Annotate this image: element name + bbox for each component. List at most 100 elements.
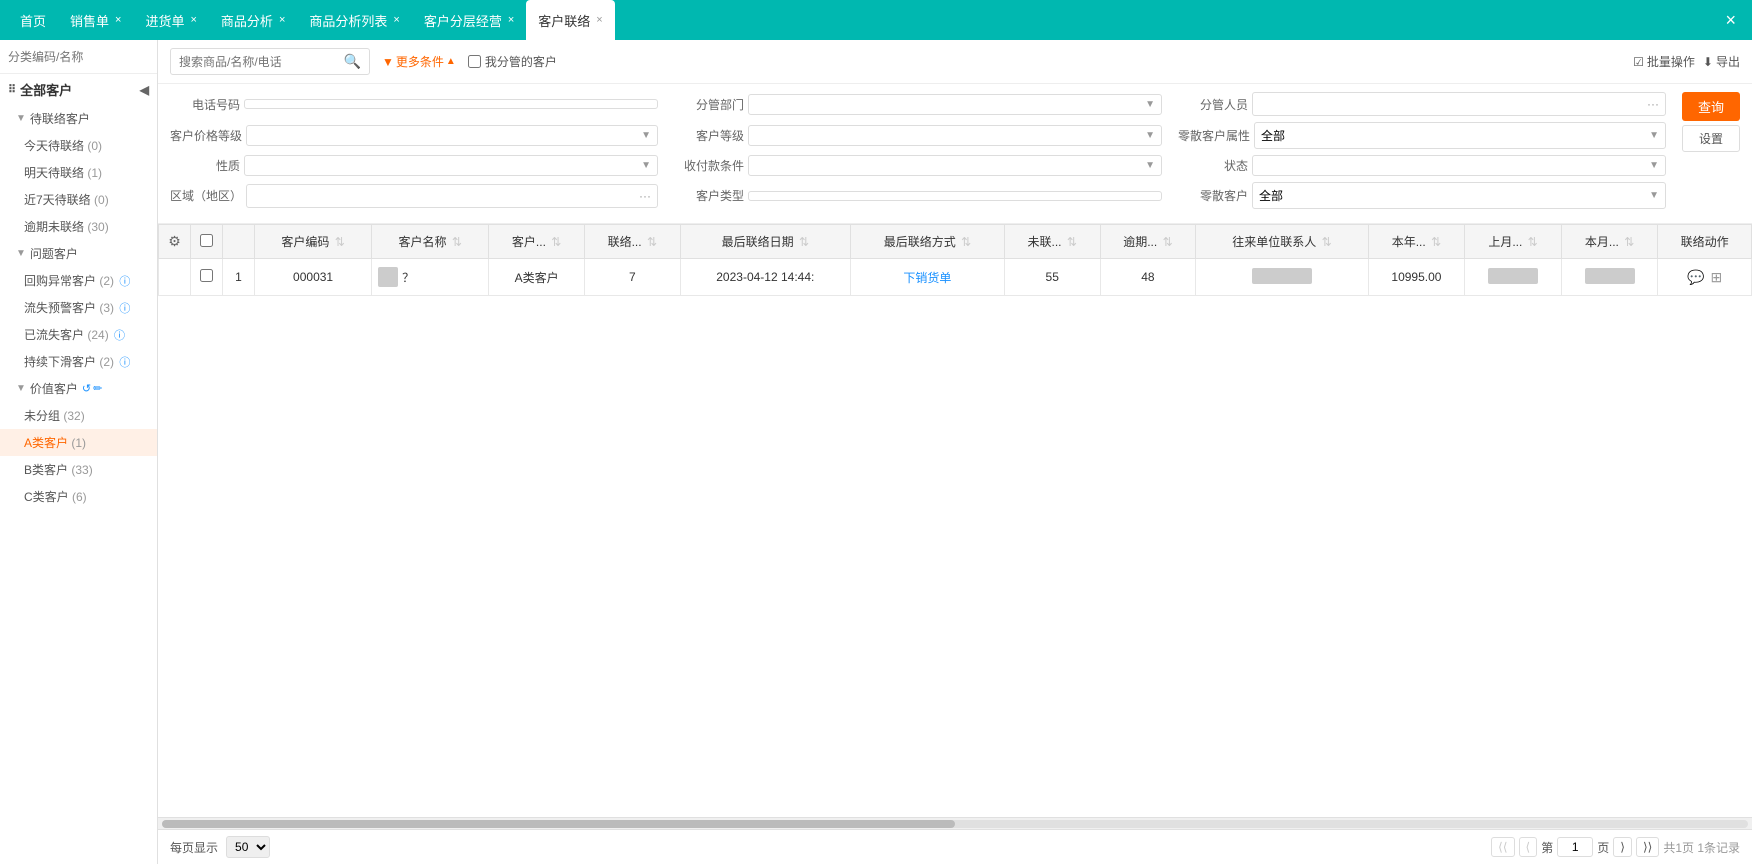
row-action: 💬 ⊞ bbox=[1658, 259, 1752, 296]
close-purchase-icon[interactable]: × bbox=[190, 14, 196, 26]
unit-contact-placeholder bbox=[1252, 268, 1312, 284]
col-this-year: 本年... ⇅ bbox=[1368, 225, 1465, 259]
row-last-contact-date: 2023-04-12 14:44: bbox=[680, 259, 850, 296]
sidebar-item-class-a[interactable]: A类客户 (1) bbox=[0, 429, 157, 456]
row-gear bbox=[159, 259, 191, 296]
nature-select[interactable]: ▼ bbox=[244, 155, 658, 176]
close-all-button[interactable]: × bbox=[1717, 10, 1744, 31]
filter-search-input[interactable] bbox=[179, 55, 344, 69]
close-analysis-list-icon[interactable]: × bbox=[393, 14, 399, 26]
close-customer-contact-icon[interactable]: × bbox=[596, 14, 602, 26]
nav-tab-home[interactable]: 首页 bbox=[8, 0, 58, 40]
arrow-problem-icon: ▼ bbox=[16, 248, 26, 259]
sidebar-item-churned[interactable]: 已流失客户 (24) ⓘ bbox=[0, 321, 157, 348]
filter-row-2: 客户价格等级 ▼ 客户等级 ▼ bbox=[170, 122, 1666, 149]
per-page-select[interactable]: 50 bbox=[226, 836, 270, 858]
next-page-button[interactable]: ⟩ bbox=[1613, 837, 1632, 857]
nav-tab-customer-contact[interactable]: 客户联络 × bbox=[526, 0, 614, 40]
arrow-pending-icon: ▼ bbox=[16, 113, 26, 124]
sidebar-item-class-c[interactable]: C类客户 (6) bbox=[0, 483, 157, 510]
sidebar-item-tomorrow[interactable]: 明天待联络 (1) bbox=[0, 159, 157, 186]
sidebar-item-class-b[interactable]: B类客户 (33) bbox=[0, 456, 157, 483]
sort-unit-icon: ⇅ bbox=[1322, 235, 1332, 249]
col-customer-type: 客户... ⇅ bbox=[489, 225, 585, 259]
row-not-contacted: 55 bbox=[1004, 259, 1100, 296]
sidebar-search-bar: 🔍 bbox=[0, 40, 157, 74]
sort-overdue-icon: ⇅ bbox=[1163, 235, 1173, 249]
row-overdue: 48 bbox=[1100, 259, 1196, 296]
contact-method-link[interactable]: 下销货单 bbox=[903, 271, 951, 285]
grid-icon[interactable]: ⊞ bbox=[1711, 269, 1723, 286]
nav-tab-analysis-list[interactable]: 商品分析列表 × bbox=[297, 0, 411, 40]
sidebar-item-repurchase[interactable]: 回购异常客户 (2) ⓘ bbox=[0, 267, 157, 294]
customer-grade-select[interactable]: ▼ bbox=[748, 125, 1162, 146]
row-contact-count: 7 bbox=[584, 259, 680, 296]
select-all-checkbox[interactable] bbox=[200, 234, 213, 247]
col-overdue: 逾期... ⇅ bbox=[1100, 225, 1196, 259]
sidebar-item-7days[interactable]: 近7天待联络 (0) bbox=[0, 186, 157, 213]
sidebar-search-input[interactable] bbox=[8, 50, 158, 64]
last-page-button[interactable]: ⟩⟩ bbox=[1636, 837, 1659, 857]
filter-field-payment: 收付款条件 ▼ bbox=[674, 155, 1162, 176]
sidebar-group-value[interactable]: ▼ 价值客户 ↺ ✏ bbox=[0, 375, 157, 402]
filter-field-nature: 性质 ▼ bbox=[170, 155, 658, 176]
table-header-row: ⚙ 客户编码 ⇅ 客户名称 ⇅ bbox=[159, 225, 1752, 259]
gear-button[interactable]: ⚙ bbox=[168, 233, 181, 250]
status-select[interactable]: ▼ bbox=[1252, 155, 1666, 176]
page-number-input[interactable] bbox=[1557, 837, 1593, 857]
my-customer-checkbox[interactable] bbox=[468, 55, 481, 68]
phone-input[interactable] bbox=[244, 99, 658, 109]
sort-type-icon: ⇅ bbox=[551, 235, 561, 249]
sidebar-item-overdue[interactable]: 逾期未联络 (30) bbox=[0, 213, 157, 240]
sidebar-item-today[interactable]: 今天待联络 (0) bbox=[0, 132, 157, 159]
scrollbar-track bbox=[162, 820, 1748, 828]
retail-customer-select[interactable]: 全部▼ bbox=[1252, 182, 1666, 209]
sidebar-item-declining[interactable]: 持续下滑客户 (2) ⓘ bbox=[0, 348, 157, 375]
sidebar-group-problem[interactable]: ▼ 问题客户 bbox=[0, 240, 157, 267]
row-last-contact-method: 下销货单 bbox=[850, 259, 1004, 296]
customer-type-input[interactable] bbox=[748, 191, 1162, 201]
filter-row-4: 区域（地区） ··· 客户类型 零散客户 全部▼ bbox=[170, 182, 1666, 209]
region-select[interactable]: ··· bbox=[246, 184, 658, 208]
col-name: 客户名称 ⇅ bbox=[372, 225, 489, 259]
nav-tab-sales[interactable]: 销售单 × bbox=[58, 0, 133, 40]
sidebar-all-customers[interactable]: ⠿ 全部客户 ◀ bbox=[0, 74, 157, 105]
col-action: 联络动作 bbox=[1658, 225, 1752, 259]
col-checkbox bbox=[191, 225, 223, 259]
filter-field-region: 区域（地区） ··· bbox=[170, 184, 658, 208]
first-page-button[interactable]: ⟨⟨ bbox=[1491, 837, 1514, 857]
filter-field-dept: 分管部门 ▼ bbox=[674, 94, 1162, 115]
row-last-month bbox=[1465, 259, 1562, 296]
sort-year-icon: ⇅ bbox=[1431, 235, 1441, 249]
setting-button[interactable]: 设置 bbox=[1682, 125, 1740, 152]
export-icon: ⬇ bbox=[1703, 55, 1713, 69]
more-filter-button[interactable]: ▼ 更多条件 ▲ bbox=[382, 53, 456, 70]
col-code: 客户编码 ⇅ bbox=[255, 225, 372, 259]
search-button[interactable]: 查询 bbox=[1682, 92, 1740, 121]
person-select[interactable]: ··· bbox=[1252, 92, 1666, 116]
sidebar-item-churn-warning[interactable]: 流失预警客户 (3) ⓘ bbox=[0, 294, 157, 321]
sidebar-item-ungrouped[interactable]: 未分组 (32) bbox=[0, 402, 157, 429]
sidebar-group-pending[interactable]: ▼ 待联络客户 bbox=[0, 105, 157, 132]
sort-method-icon: ⇅ bbox=[961, 235, 971, 249]
close-customer-segment-icon[interactable]: × bbox=[508, 14, 514, 26]
horizontal-scrollbar[interactable] bbox=[158, 817, 1752, 829]
row-select-checkbox[interactable] bbox=[200, 269, 213, 282]
nav-tab-analysis[interactable]: 商品分析 × bbox=[209, 0, 297, 40]
retail-attr-select[interactable]: 全部▼ bbox=[1254, 122, 1666, 149]
filter-field-status: 状态 ▼ bbox=[1178, 155, 1666, 176]
price-grade-select[interactable]: ▼ bbox=[246, 125, 658, 146]
dept-select[interactable]: ▼ bbox=[748, 94, 1162, 115]
nav-tab-customer-segment[interactable]: 客户分层经营 × bbox=[412, 0, 526, 40]
payment-select[interactable]: ▼ bbox=[748, 155, 1162, 176]
nav-tab-purchase[interactable]: 进货单 × bbox=[133, 0, 208, 40]
filter-field-retail-customer: 零散客户 全部▼ bbox=[1178, 182, 1666, 209]
close-analysis-icon[interactable]: × bbox=[279, 14, 285, 26]
chat-icon[interactable]: 💬 bbox=[1687, 269, 1704, 286]
export-button[interactable]: ⬇ 导出 bbox=[1703, 53, 1740, 70]
batch-op-button[interactable]: ☑ 批量操作 bbox=[1633, 53, 1695, 70]
prev-page-button[interactable]: ⟨ bbox=[1519, 837, 1538, 857]
close-sales-icon[interactable]: × bbox=[115, 14, 121, 26]
filter-row-3: 性质 ▼ 收付款条件 ▼ bbox=[170, 155, 1666, 176]
scrollbar-thumb[interactable] bbox=[162, 820, 955, 828]
